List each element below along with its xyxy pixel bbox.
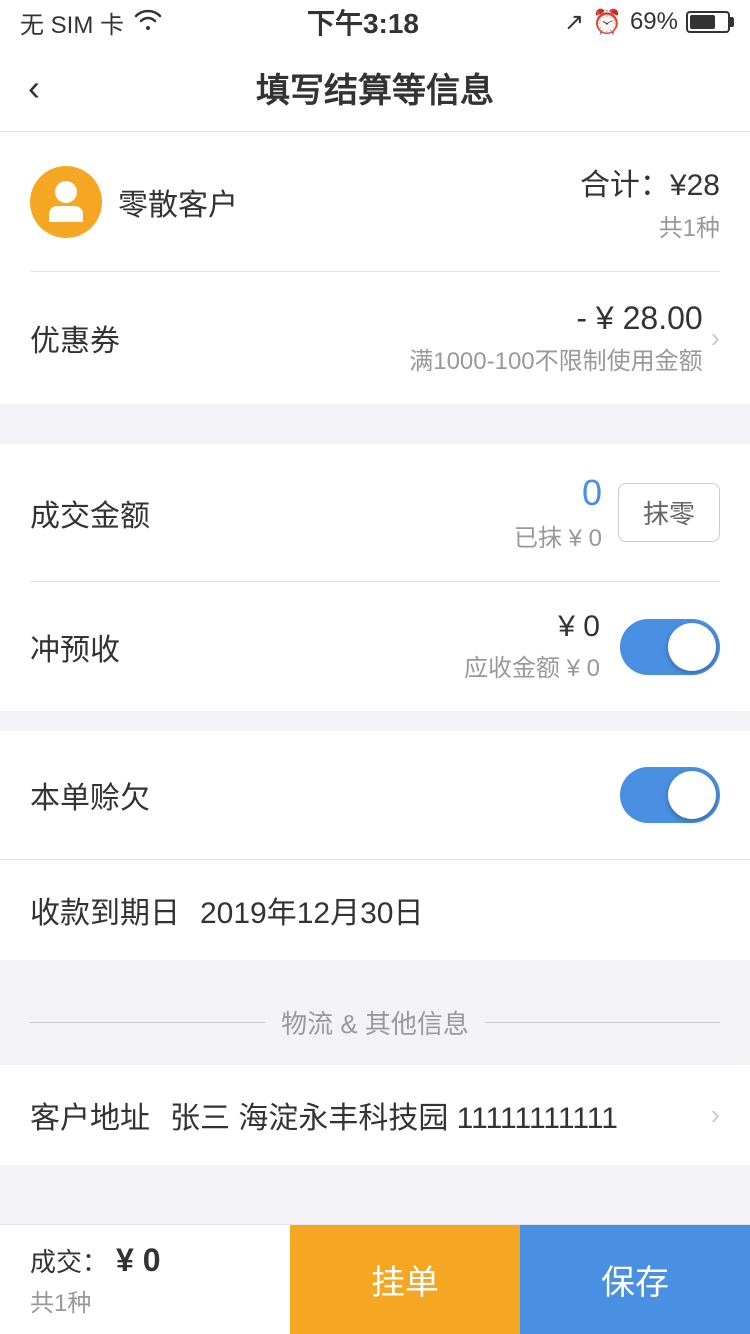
transaction-val-wrap: 0 已抹 ¥ 0 [514, 472, 602, 553]
avatar-head [55, 181, 77, 203]
credit-label: 本单赊欠 [30, 773, 150, 817]
prepay-label: 冲预收 [30, 625, 120, 669]
customer-section: 零散客户 合计：¥28 共1种 优惠券 - ¥ 28.00 满1000-100不… [0, 132, 750, 404]
status-time: 下午3:18 [307, 2, 419, 42]
bottom-count: 共1种 [30, 1283, 260, 1318]
transaction-value: 0 [514, 472, 602, 514]
coupon-row[interactable]: 优惠券 - ¥ 28.00 满1000-100不限制使用金额 › [0, 272, 750, 404]
hang-button[interactable]: 挂单 [290, 1225, 520, 1334]
prepay-amount-wrap: ¥ 0 应收金额 ¥ 0 [464, 610, 600, 683]
address-label: 客户地址 [30, 1093, 150, 1137]
prepay-row: 冲预收 ¥ 0 应收金额 ¥ 0 [0, 582, 750, 711]
prepay-toggle[interactable] [620, 619, 720, 675]
customer-right: 合计：¥28 共1种 [580, 160, 720, 243]
section-gap-3 [0, 960, 750, 980]
transaction-amount-row: 成交金额 0 已抹 ¥ 0 抹零 [0, 444, 750, 581]
credit-toggle[interactable] [620, 767, 720, 823]
credit-section: 本单赊欠 收款到期日 2019年12月30日 [0, 731, 750, 960]
status-bar: 无 SIM 卡 下午3:18 ↗ ⏰ 69% [0, 0, 750, 44]
bottom-total-amount: ¥ 0 [116, 1242, 160, 1279]
round-button[interactable]: 抹零 [618, 483, 720, 542]
total-count: 共1种 [580, 208, 720, 243]
customer-row: 零散客户 合计：¥28 共1种 [0, 132, 750, 271]
logistics-section: 物流 & 其他信息 [0, 980, 750, 1065]
location-icon: ↗ [564, 8, 584, 37]
battery-icon [686, 11, 730, 33]
credit-toggle-knob [668, 771, 716, 819]
status-right: ↗ ⏰ 69% [564, 8, 730, 37]
total-amount: 合计：¥28 [580, 160, 720, 204]
coupon-amount: - ¥ 28.00 [409, 300, 702, 337]
credit-row: 本单赊欠 [0, 731, 750, 859]
wifi-icon [134, 8, 162, 37]
bottom-bar: 成交： ¥ 0 共1种 挂单 保存 [0, 1224, 750, 1334]
sim-indicator: 无 SIM 卡 [20, 5, 124, 40]
section-gap-2 [0, 711, 750, 731]
bottom-info: 成交： ¥ 0 共1种 [0, 1242, 290, 1318]
section-gap-1 [0, 424, 750, 444]
address-row[interactable]: 客户地址 张三 海淀永丰科技园 11111111111 › [0, 1065, 750, 1165]
avatar-body [49, 206, 83, 222]
prepay-sub: 应收金额 ¥ 0 [464, 648, 600, 683]
customer-name: 零散客户 [118, 180, 238, 224]
page-title: 填写结算等信息 [256, 63, 494, 112]
transaction-label: 成交金额 [30, 491, 150, 535]
status-left: 无 SIM 卡 [20, 5, 162, 40]
transaction-sub: 已抹 ¥ 0 [514, 518, 602, 553]
avatar-icon [49, 181, 83, 222]
due-date-label: 收款到期日 [30, 888, 180, 932]
coupon-label: 优惠券 [30, 316, 120, 360]
address-arrow-icon: › [711, 1099, 720, 1131]
address-value: 张三 海淀永丰科技园 11111111111 [170, 1093, 711, 1137]
logistics-text: 物流 & 其他信息 [281, 1004, 469, 1041]
save-button[interactable]: 保存 [520, 1225, 750, 1334]
toggle-knob [668, 623, 716, 671]
customer-left: 零散客户 [30, 166, 238, 238]
logistics-divider: 物流 & 其他信息 [30, 1004, 720, 1041]
nav-bar: ‹ 填写结算等信息 [0, 44, 750, 132]
coupon-desc: 满1000-100不限制使用金额 [409, 341, 702, 376]
transaction-right: 0 已抹 ¥ 0 抹零 [514, 472, 720, 553]
due-date-row: 收款到期日 2019年12月30日 [0, 859, 750, 960]
logistics-line-right [485, 1022, 720, 1023]
back-button[interactable]: ‹ [28, 67, 40, 109]
bottom-total-label: 成交： [30, 1242, 108, 1279]
prepay-amount: ¥ 0 [464, 610, 600, 644]
bottom-total-row: 成交： ¥ 0 [30, 1242, 260, 1279]
alarm-icon: ⏰ [592, 8, 622, 37]
due-date-value[interactable]: 2019年12月30日 [200, 888, 423, 932]
logistics-line-left [30, 1022, 265, 1023]
content: 零散客户 合计：¥28 共1种 优惠券 - ¥ 28.00 满1000-100不… [0, 132, 750, 1285]
amount-section: 成交金额 0 已抹 ¥ 0 抹零 冲预收 ¥ 0 应收金额 ¥ 0 [0, 444, 750, 711]
coupon-arrow-icon: › [711, 322, 720, 354]
customer-avatar [30, 166, 102, 238]
coupon-text: - ¥ 28.00 满1000-100不限制使用金额 [409, 300, 702, 376]
battery-percent: 69% [630, 8, 678, 36]
prepay-right: ¥ 0 应收金额 ¥ 0 [464, 610, 720, 683]
coupon-right: - ¥ 28.00 满1000-100不限制使用金额 › [409, 300, 720, 376]
battery-fill [690, 15, 715, 29]
